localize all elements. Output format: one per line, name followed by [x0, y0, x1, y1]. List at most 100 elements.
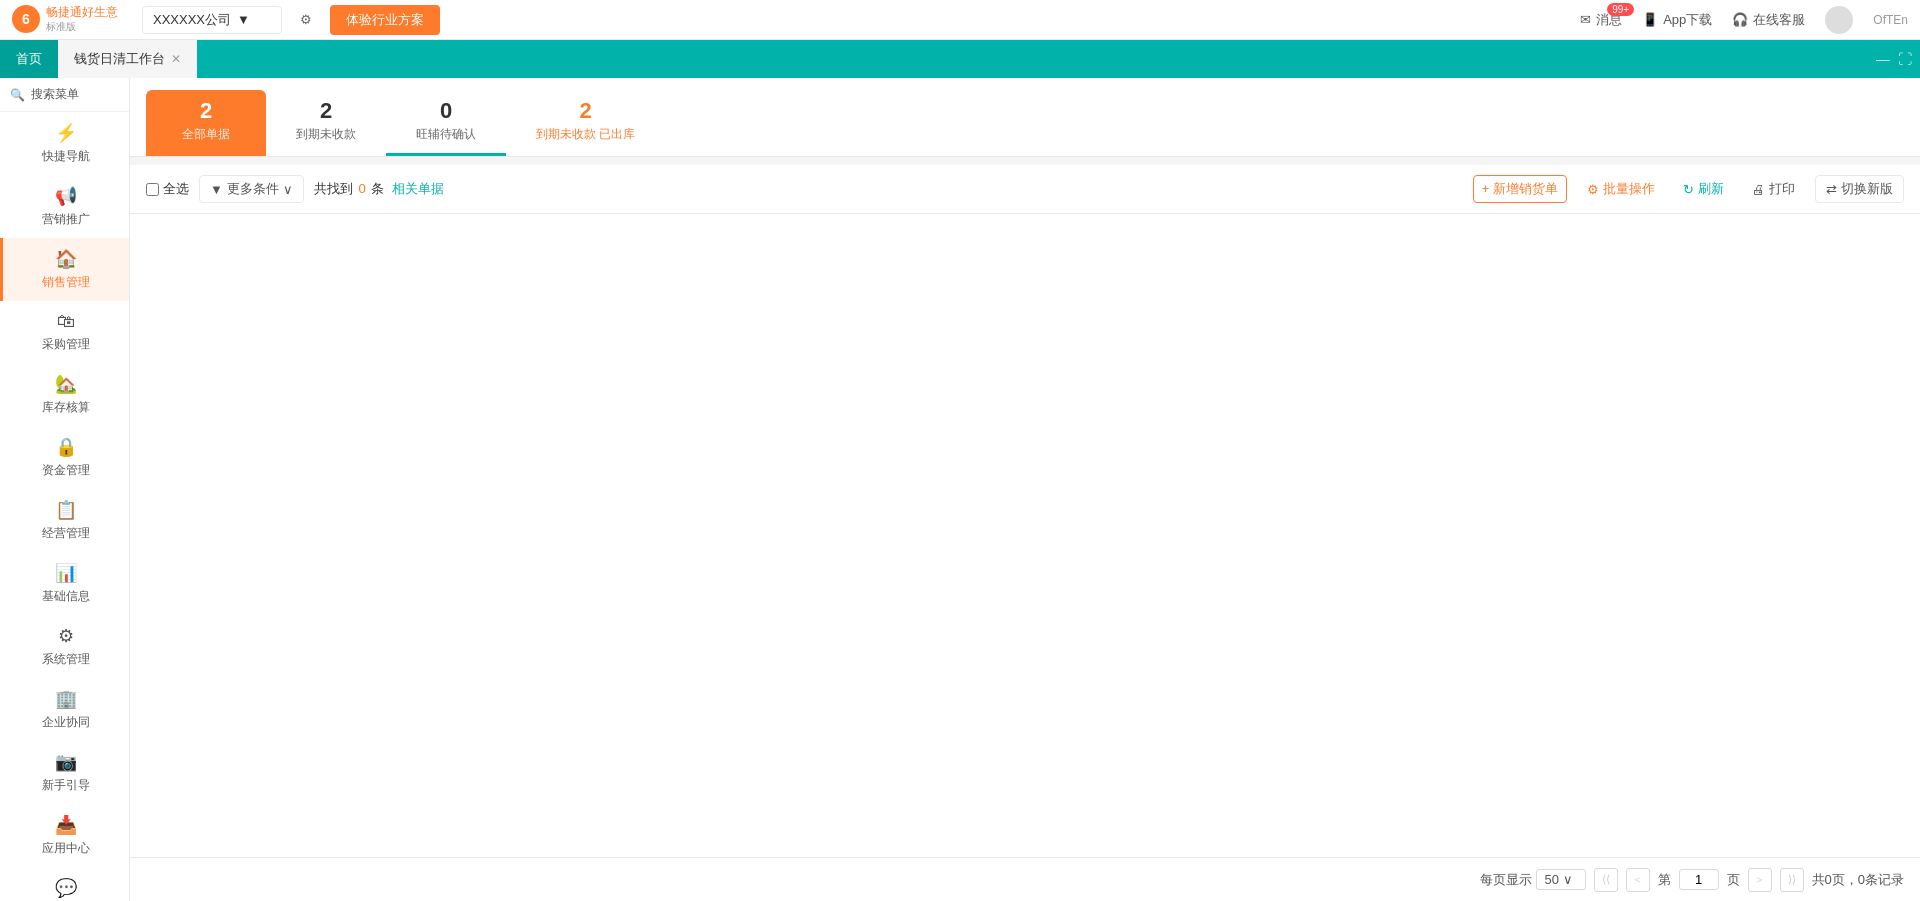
operations-icon: 📋: [55, 499, 77, 521]
inventory-icon: 🏡: [55, 373, 77, 395]
filter-label: 更多条件: [227, 180, 279, 198]
stat-label-pending: 旺辅待确认: [416, 126, 476, 143]
minimize-icon[interactable]: —: [1876, 51, 1890, 67]
sidebar-item-sales-mgmt[interactable]: 🏠 销售管理: [0, 238, 129, 301]
sidebar-item-funds-mgmt[interactable]: 🔒 资金管理: [0, 426, 129, 489]
prev-page-button[interactable]: ＜: [1626, 868, 1650, 892]
message-button[interactable]: ✉ 消息 99+: [1580, 11, 1622, 29]
tab-home[interactable]: 首页: [0, 40, 58, 78]
message-icon: ✉: [1580, 12, 1591, 27]
sidebar-label-inventory: 库存核算: [42, 399, 90, 416]
settings-button[interactable]: ⚙: [292, 6, 320, 34]
found-count-text: 共找到 0 条 相关单据: [314, 180, 444, 198]
company-name: XXXXXX公司: [153, 11, 231, 29]
sidebar-item-guide[interactable]: 📷 新手引导: [0, 741, 129, 804]
marketing-icon: 📢: [55, 185, 77, 207]
filter-chevron-icon: ∨: [283, 182, 293, 197]
batch-operation-button[interactable]: ⚙ 批量操作: [1579, 176, 1663, 202]
app-download-label: App下载: [1663, 11, 1712, 29]
stat-number-pending: 0: [440, 98, 452, 124]
sidebar-item-inventory[interactable]: 🏡 库存核算: [0, 363, 129, 426]
checkbox-input[interactable]: [146, 183, 159, 196]
toolbar-right: + 新增销货单 ⚙ 批量操作 ↻ 刷新 🖨 打印 ⇄ 切换新版: [1473, 175, 1904, 203]
select-all-checkbox[interactable]: 全选: [146, 180, 189, 198]
next-page-button[interactable]: ＞: [1748, 868, 1772, 892]
sidebar: 🔍 搜索菜单 ⚡ 快捷导航 📢 营销推广 🏠 销售管理 🛍 采购管理 🏡 库存核…: [0, 78, 130, 901]
stats-row: 2 全部单据 2 到期未收款 0 旺辅待确认 2 到期未收款 已出库: [130, 78, 1920, 157]
batch-icon: ⚙: [1587, 182, 1599, 197]
switch-label: 切换新版: [1841, 180, 1893, 198]
sidebar-item-app-center[interactable]: 📥 应用中心: [0, 804, 129, 867]
table-area: [130, 214, 1920, 857]
nav-tabs-bar: 首页 钱货日清工作台 ✕ — ⛶: [0, 40, 1920, 78]
system-icon: ⚙: [58, 625, 74, 647]
page-size-box[interactable]: 50 ∨: [1536, 869, 1586, 890]
company-selector[interactable]: XXXXXX公司 ▼: [142, 6, 282, 34]
stat-card-overdue-unpaid[interactable]: 2 到期未收款: [266, 90, 386, 156]
sidebar-item-purchase-mgmt[interactable]: 🛍 采购管理: [0, 301, 129, 363]
sidebar-item-enterprise-coop[interactable]: 🏢 企业协同: [0, 678, 129, 741]
batch-label: 批量操作: [1603, 180, 1655, 198]
online-service-button[interactable]: 🎧 在线客服: [1732, 11, 1805, 29]
filter-button[interactable]: ▼ 更多条件 ∨: [199, 175, 304, 203]
sidebar-item-system-mgmt[interactable]: ⚙ 系统管理: [0, 615, 129, 678]
sidebar-label-purchase: 采购管理: [42, 336, 90, 353]
stat-card-pending[interactable]: 0 旺辅待确认: [386, 90, 506, 156]
stat-card-all[interactable]: 2 全部单据: [146, 90, 266, 156]
stat-label-all: 全部单据: [182, 126, 230, 143]
content-area: 2 全部单据 2 到期未收款 0 旺辅待确认 2 到期未收款 已出库 全选: [130, 78, 1920, 901]
trial-button[interactable]: 体验行业方案: [330, 5, 440, 35]
wechat-icon: 💬: [55, 877, 77, 899]
switch-new-version-button[interactable]: ⇄ 切换新版: [1815, 175, 1904, 203]
avatar[interactable]: [1825, 6, 1853, 34]
refresh-button[interactable]: ↻ 刷新: [1675, 176, 1732, 202]
add-order-button[interactable]: + 新增销货单: [1473, 175, 1567, 203]
sidebar-item-marketing[interactable]: 📢 营销推广: [0, 175, 129, 238]
nav-tabs-controls: — ⛶: [1876, 40, 1920, 78]
first-page-button[interactable]: ⟨⟨: [1594, 868, 1618, 892]
tab-work-bench[interactable]: 钱货日清工作台 ✕: [58, 40, 197, 78]
found-prefix: 共找到: [314, 181, 353, 196]
purchase-icon: 🛍: [57, 311, 75, 332]
quick-nav-icon: ⚡: [55, 122, 77, 144]
logo-area: 6 畅捷通好生意 标准版: [12, 5, 142, 33]
sidebar-item-quick-nav[interactable]: ⚡ 快捷导航: [0, 112, 129, 175]
toolbar: 全选 ▼ 更多条件 ∨ 共找到 0 条 相关单据 + 新增销货单 ⚙ 批量操作: [130, 165, 1920, 214]
page-size-selector: 每页显示 50 ∨: [1480, 869, 1586, 890]
print-label: 打印: [1769, 180, 1795, 198]
found-link[interactable]: 相关单据: [392, 181, 444, 196]
main-layout: 🔍 搜索菜单 ⚡ 快捷导航 📢 营销推广 🏠 销售管理 🛍 采购管理 🏡 库存核…: [0, 78, 1920, 901]
page-unit: 页: [1727, 871, 1740, 889]
sidebar-item-enterprise-wechat[interactable]: 💬 企业微信: [0, 867, 129, 901]
filter-icon: ▼: [210, 182, 223, 197]
enterprise-icon: 🏢: [55, 688, 77, 710]
close-tab-icon[interactable]: ✕: [171, 52, 181, 66]
switch-icon: ⇄: [1826, 182, 1837, 197]
pagination-bar: 每页显示 50 ∨ ⟨⟨ ＜ 第 页 ＞ ⟩⟩ 共0页，0条记录: [130, 857, 1920, 901]
app-badge: 标准版: [46, 20, 118, 34]
app-download-button[interactable]: 📱 App下载: [1642, 11, 1712, 29]
download-icon: 📱: [1642, 12, 1658, 27]
app-center-icon: 📥: [55, 814, 77, 836]
sidebar-label-enterprise: 企业协同: [42, 714, 90, 731]
print-icon: 🖨: [1752, 182, 1765, 197]
stat-card-overdue-shipped[interactable]: 2 到期未收款 已出库: [506, 90, 665, 156]
sidebar-label-guide: 新手引导: [42, 777, 90, 794]
app-name: 畅捷通好生意: [46, 5, 118, 19]
print-button[interactable]: 🖨 打印: [1744, 176, 1803, 202]
workbench-tab-label: 钱货日清工作台: [74, 50, 165, 68]
guide-icon: 📷: [55, 751, 77, 773]
page-number-input[interactable]: [1679, 869, 1719, 890]
last-page-button[interactable]: ⟩⟩: [1780, 868, 1804, 892]
chevron-down-icon: ▼: [237, 12, 250, 27]
page-size-value: 50: [1545, 872, 1559, 887]
search-icon: 🔍: [10, 88, 25, 102]
expand-icon[interactable]: ⛶: [1898, 51, 1912, 67]
sidebar-item-operations[interactable]: 📋 经营管理: [0, 489, 129, 552]
sidebar-item-basic-info[interactable]: 📊 基础信息: [0, 552, 129, 615]
logo-text-block: 畅捷通好生意 标准版: [46, 5, 118, 33]
page-label: 第: [1658, 871, 1671, 889]
logo-icon: 6: [12, 5, 40, 33]
sidebar-search[interactable]: 🔍 搜索菜单: [0, 78, 129, 112]
home-tab-label: 首页: [16, 50, 42, 68]
